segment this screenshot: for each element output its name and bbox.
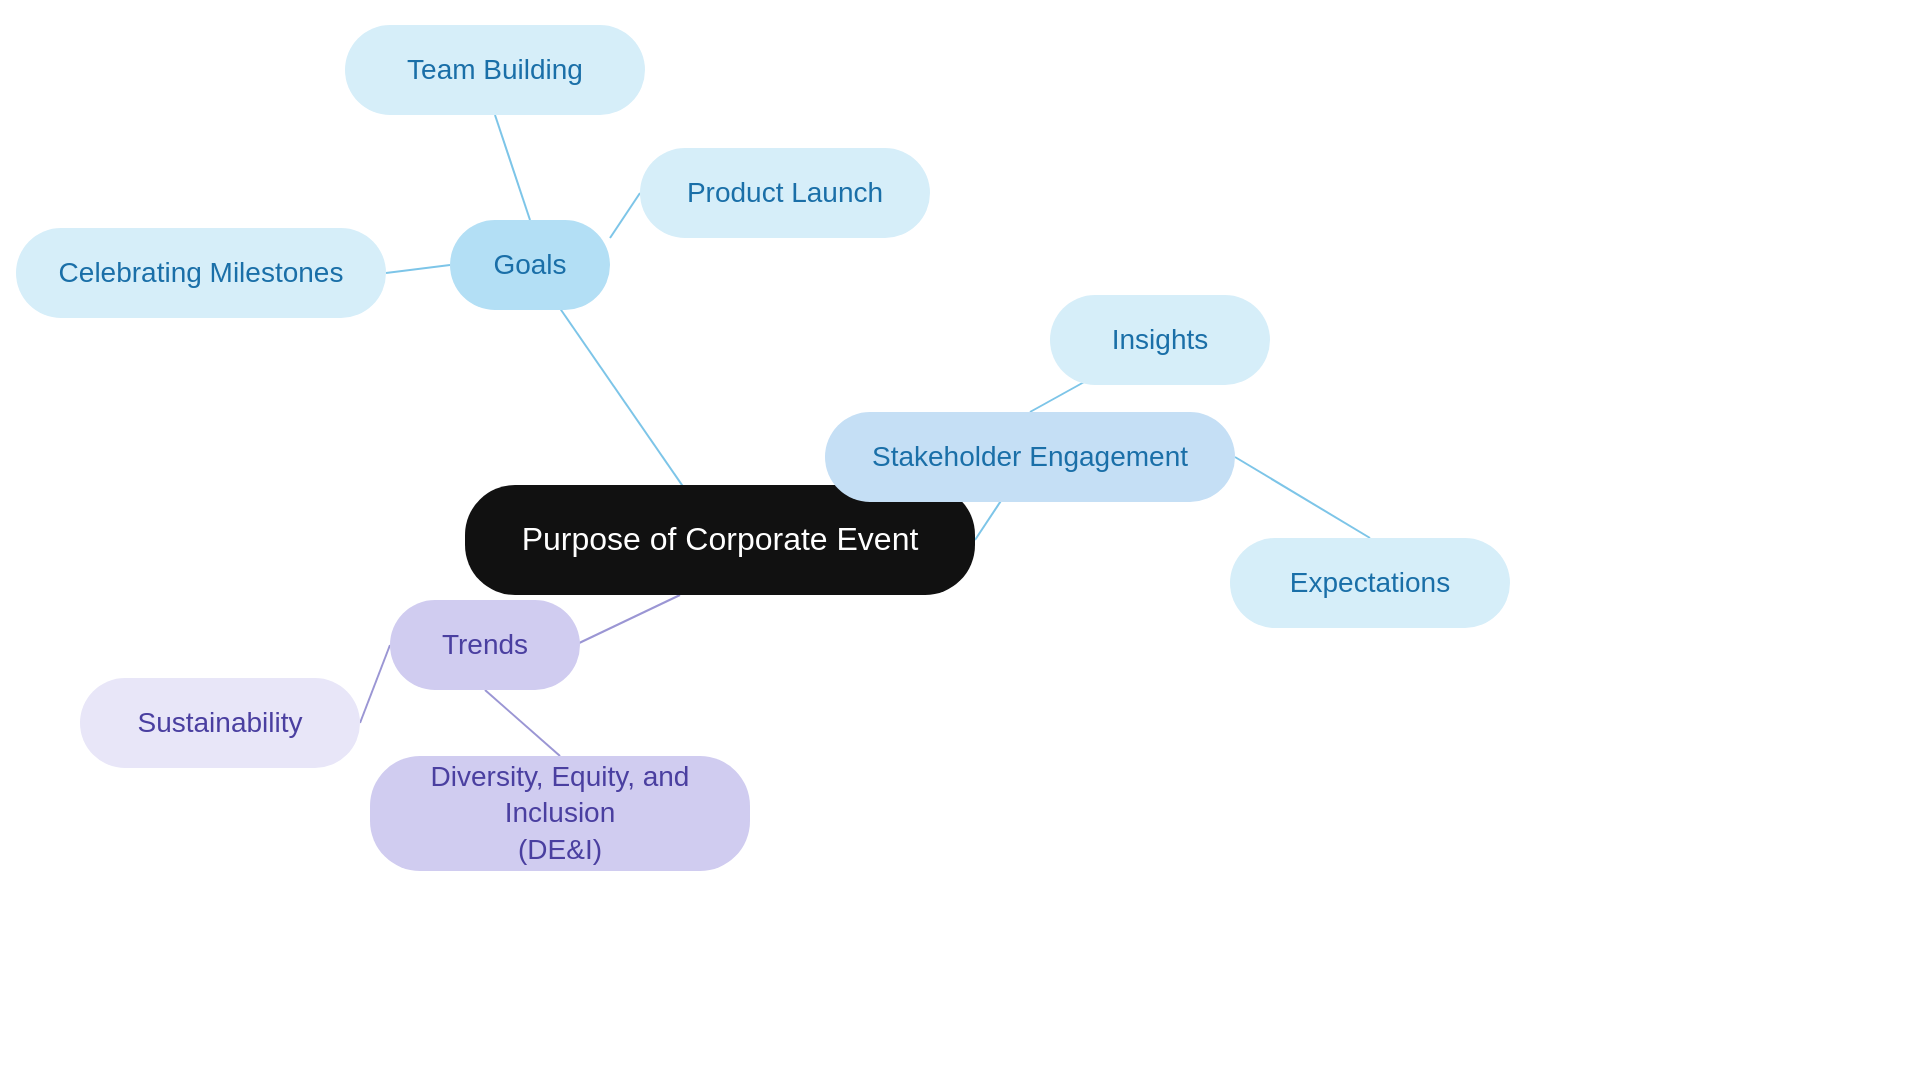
node-expectations-label: Expectations [1290, 565, 1450, 601]
svg-line-8 [360, 645, 390, 723]
node-trends[interactable]: Trends [390, 600, 580, 690]
svg-line-1 [495, 115, 530, 220]
node-trends-label: Trends [442, 627, 528, 663]
node-celebrating-milestones-label: Celebrating Milestones [59, 255, 344, 291]
node-insights[interactable]: Insights [1050, 295, 1270, 385]
node-celebrating-milestones[interactable]: Celebrating Milestones [16, 228, 386, 318]
svg-line-7 [575, 595, 680, 645]
node-goals-label: Goals [493, 247, 566, 283]
node-goals[interactable]: Goals [450, 220, 610, 310]
node-center-label: Purpose of Corporate Event [522, 519, 919, 561]
node-stakeholder-engagement-label: Stakeholder Engagement [872, 439, 1188, 475]
node-dei-label: Diversity, Equity, and Inclusion(DE&I) [400, 759, 720, 868]
node-expectations[interactable]: Expectations [1230, 538, 1510, 628]
node-dei[interactable]: Diversity, Equity, and Inclusion(DE&I) [370, 756, 750, 871]
node-product-launch-label: Product Launch [687, 175, 883, 211]
mindmap-container: Purpose of Corporate Event Goals Team Bu… [0, 0, 1920, 1083]
node-team-building[interactable]: Team Building [345, 25, 645, 115]
svg-line-6 [1235, 457, 1370, 538]
node-insights-label: Insights [1112, 322, 1209, 358]
svg-line-3 [610, 193, 640, 238]
node-team-building-label: Team Building [407, 52, 583, 88]
node-stakeholder-engagement[interactable]: Stakeholder Engagement [825, 412, 1235, 502]
svg-line-2 [386, 265, 450, 273]
svg-line-9 [485, 690, 560, 756]
node-sustainability-label: Sustainability [138, 705, 303, 741]
node-sustainability[interactable]: Sustainability [80, 678, 360, 768]
node-product-launch[interactable]: Product Launch [640, 148, 930, 238]
